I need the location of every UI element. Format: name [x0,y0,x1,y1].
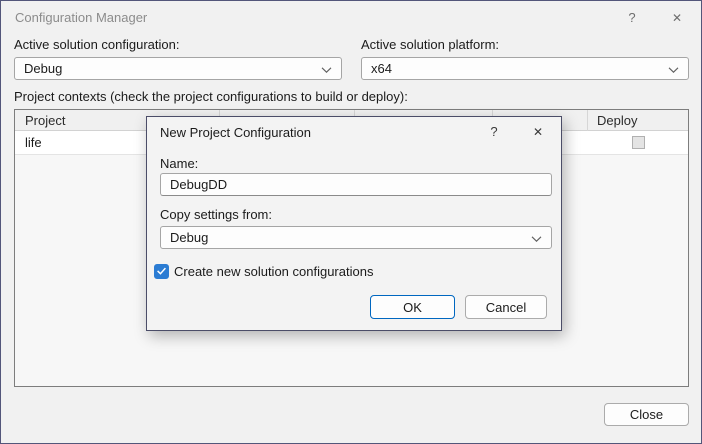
column-header-project[interactable]: Project [25,113,65,128]
chevron-down-icon [668,61,679,76]
dialog-close-icon[interactable]: ✕ [527,121,549,143]
chevron-down-icon [531,230,542,245]
dialog-help-icon[interactable]: ? [483,121,505,143]
create-new-solution-configurations-checkbox[interactable] [154,264,169,279]
copy-settings-from-label: Copy settings from: [160,207,272,222]
chevron-down-icon [321,61,332,76]
window-close-icon[interactable]: ✕ [666,7,688,29]
checkmark-icon [155,264,168,280]
project-name-cell: life [25,135,42,150]
active-solution-configuration-select[interactable]: Debug [14,57,342,80]
close-button[interactable]: Close [604,403,689,426]
active-solution-configuration-label: Active solution configuration: [14,37,179,52]
active-solution-platform-value: x64 [371,61,392,76]
close-button-label: Close [630,407,663,422]
window-help-icon[interactable]: ? [621,7,643,29]
name-label: Name: [160,156,198,171]
project-contexts-label: Project contexts (check the project conf… [14,89,408,104]
active-solution-platform-select[interactable]: x64 [361,57,689,80]
copy-settings-from-select[interactable]: Debug [160,226,552,249]
cancel-button[interactable]: Cancel [465,295,547,319]
active-solution-platform-label: Active solution platform: [361,37,499,52]
configuration-manager-window: Configuration Manager ? ✕ Active solutio… [0,0,702,444]
ok-button[interactable]: OK [370,295,455,319]
create-new-solution-configurations-label: Create new solution configurations [174,264,373,279]
new-project-configuration-dialog: New Project Configuration ? ✕ Name: Copy… [146,116,562,331]
dialog-title: New Project Configuration [160,125,311,140]
cancel-button-label: Cancel [486,300,526,315]
column-header-deploy[interactable]: Deploy [597,113,637,128]
name-input[interactable] [160,173,552,196]
copy-settings-from-value: Debug [170,230,208,245]
deploy-checkbox [632,136,645,149]
window-title: Configuration Manager [15,10,147,25]
active-solution-configuration-value: Debug [24,61,62,76]
ok-button-label: OK [403,300,422,315]
